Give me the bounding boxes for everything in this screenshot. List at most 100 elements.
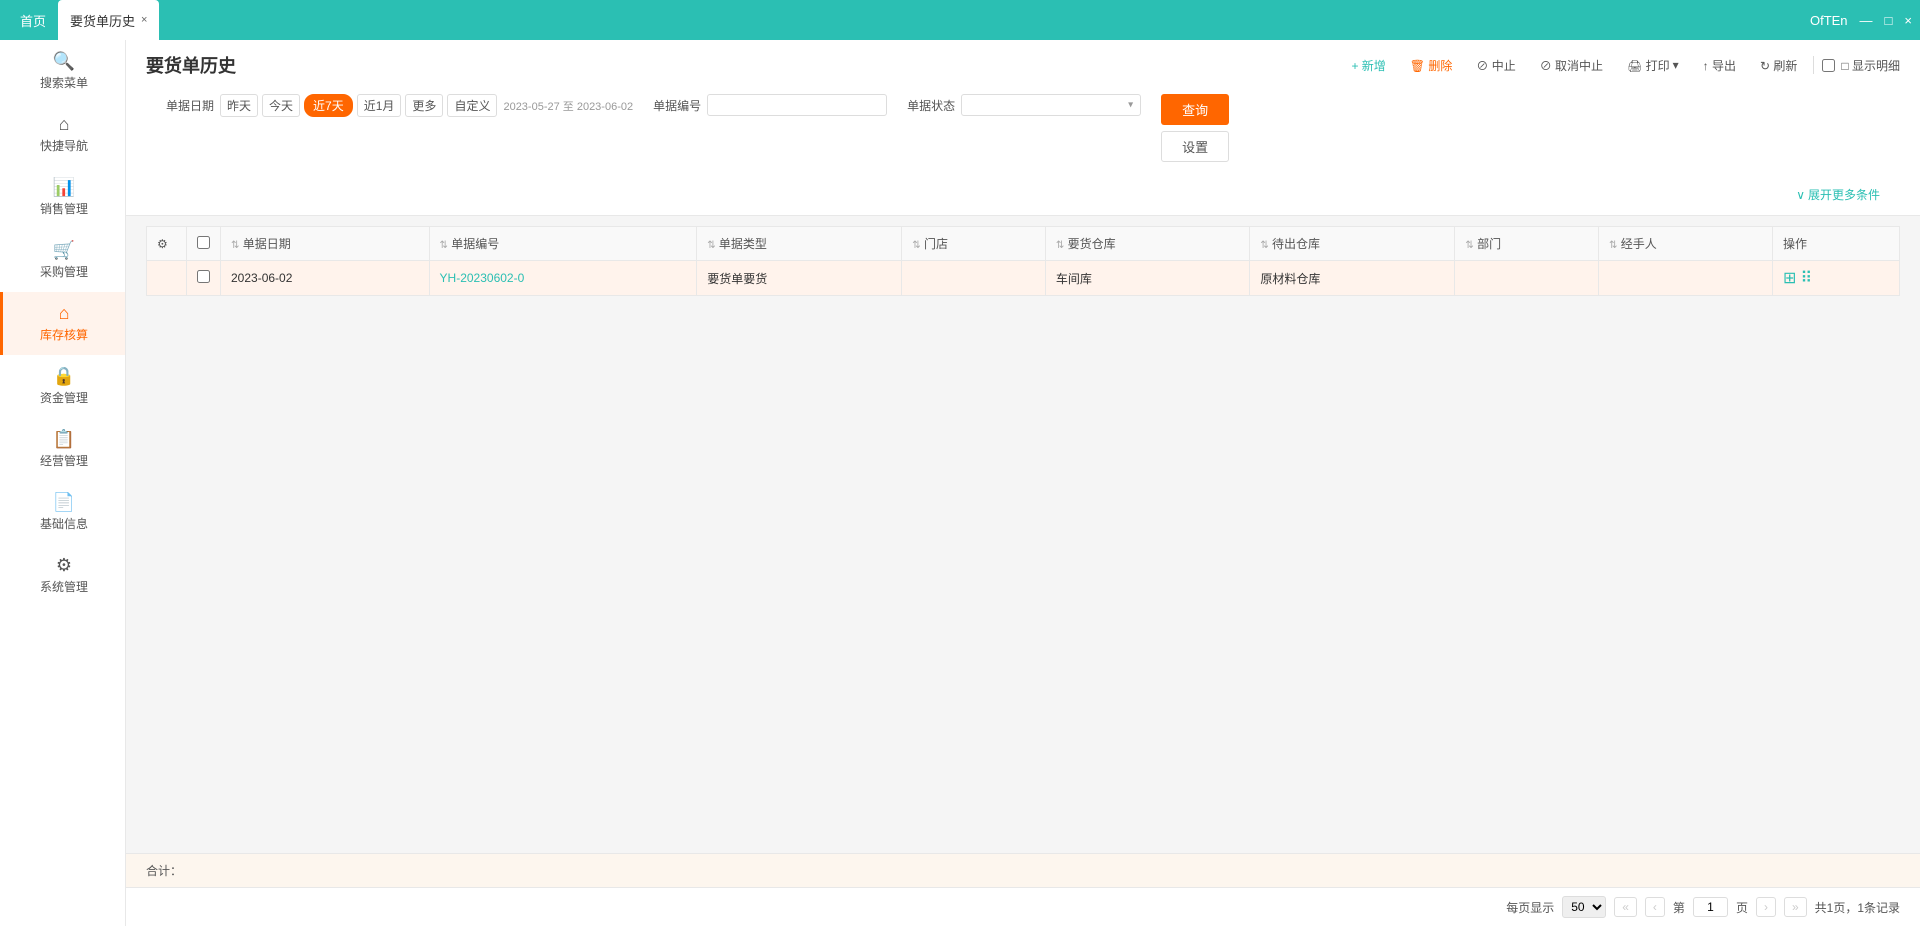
sort-handler-icon[interactable]: ⇅ [1609, 240, 1617, 251]
row-select-checkbox[interactable] [197, 270, 210, 283]
purchase-mgmt-icon: 🛒 [53, 241, 75, 259]
sort-docno-icon[interactable]: ⇅ [440, 240, 448, 251]
sidebar-label-quick-nav: 快捷导航 [40, 137, 88, 154]
refresh-button[interactable]: ↻ 刷新 [1752, 53, 1805, 78]
query-button[interactable]: 查询 [1161, 94, 1229, 125]
expand-more-button[interactable]: ∨ 展开更多条件 [1796, 186, 1880, 203]
sort-doctype-icon[interactable]: ⇅ [707, 240, 715, 251]
col-req-warehouse: ⇅ 要货仓库 [1045, 227, 1249, 261]
first-page-btn[interactable]: « [1614, 897, 1637, 917]
sidebar-label-ops-mgmt: 经营管理 [40, 452, 88, 469]
date-btn-yesterday[interactable]: 昨天 [220, 94, 258, 117]
doc-no-label: 单据编号 [653, 97, 701, 114]
prev-page-btn[interactable]: ‹ [1645, 897, 1665, 917]
page-label: 页 [1736, 899, 1748, 916]
sidebar-item-inventory[interactable]: ⌂ 库存核算 [0, 292, 125, 355]
delete-button[interactable]: 🗑 删除 [1402, 53, 1461, 78]
select-all-checkbox[interactable] [197, 236, 210, 249]
cancel-stop-button[interactable]: ⊘ 取消中止 [1532, 53, 1611, 78]
sort-store-icon[interactable]: ⇅ [912, 240, 920, 251]
per-page-label: 每页显示 [1506, 899, 1554, 916]
quick-nav-icon: ⌂ [59, 115, 70, 133]
top-bar-right: OfTEn — □ × [1810, 13, 1912, 28]
doc-no-input[interactable] [707, 94, 887, 116]
sidebar-item-basic-info[interactable]: 📄 基础信息 [0, 481, 125, 544]
page-header: 要货单历史 + 新增 🗑 删除 ⊘ 中止 ⊘ 取消中止 🖨 打印 ▾ ↑ 导出 … [126, 40, 1920, 216]
sidebar-label-inventory: 库存核算 [40, 326, 88, 343]
total-records-label: 共1页，1条记录 [1815, 899, 1900, 916]
new-button[interactable]: + 新增 [1343, 53, 1393, 78]
row-doc-no-link[interactable]: YH-20230602-0 [440, 271, 525, 285]
data-table: ⚙ ⇅ 单据日期 ⇅ 单据编号 ⇅ 单据类型 ⇅ 门店 ⇅ 要货仓库 ⇅ 待出仓… [146, 226, 1900, 296]
sort-date-icon[interactable]: ⇅ [231, 240, 239, 251]
sort-reqwh-icon[interactable]: ⇅ [1056, 240, 1064, 251]
show-detail-label: □ 显示明细 [1841, 57, 1900, 74]
sidebar: 🔍 搜索菜单 ⌂ 快捷导航 📊 销售管理 🛒 采购管理 ⌂ 库存核算 🔒 资金管… [0, 40, 126, 926]
col-checkbox [187, 227, 221, 261]
date-btn-custom[interactable]: 自定义 [447, 94, 497, 117]
page-number-input[interactable] [1693, 897, 1728, 917]
row-handler [1599, 261, 1773, 296]
sort-dept-icon[interactable]: ⇅ [1465, 240, 1473, 251]
sidebar-item-quick-nav[interactable]: ⌂ 快捷导航 [0, 103, 125, 166]
row-doc-type: 要货单要货 [697, 261, 902, 296]
sidebar-label-finance-mgmt: 资金管理 [40, 389, 88, 406]
show-detail-toggle[interactable]: □ 显示明细 [1822, 57, 1900, 74]
row-more-icon[interactable]: ⠿ [1800, 268, 1812, 288]
last-page-btn[interactable]: » [1784, 897, 1807, 917]
window-close-icon[interactable]: × [1904, 13, 1912, 28]
sidebar-item-search-menu[interactable]: 🔍 搜索菜单 [0, 40, 125, 103]
print-button[interactable]: 🖨 打印 ▾ [1619, 53, 1687, 78]
print-dropdown-icon[interactable]: ▾ [1673, 58, 1679, 72]
date-range-display: 2023-05-27 至 2023-06-02 [503, 98, 633, 114]
filter-settings-button[interactable]: 设置 [1161, 131, 1229, 162]
date-btn-more[interactable]: 更多 [405, 94, 443, 117]
export-button[interactable]: ↑ 导出 [1695, 53, 1744, 78]
home-tab[interactable]: 首页 [8, 0, 58, 40]
active-tab[interactable]: 要货单历史 × [58, 0, 159, 40]
doc-no-filter-group: 单据编号 [653, 94, 887, 116]
sidebar-item-sales-mgmt[interactable]: 📊 销售管理 [0, 166, 125, 229]
sidebar-item-sys-mgmt[interactable]: ⚙ 系统管理 [0, 544, 125, 607]
content-area: 要货单历史 + 新增 🗑 删除 ⊘ 中止 ⊘ 取消中止 🖨 打印 ▾ ↑ 导出 … [126, 40, 1920, 926]
toolbar: + 新增 🗑 删除 ⊘ 中止 ⊘ 取消中止 🖨 打印 ▾ ↑ 导出 ↻ 刷新 □… [1343, 53, 1900, 78]
status-select[interactable] [961, 94, 1141, 116]
col-pending-warehouse: ⇅ 待出仓库 [1250, 227, 1455, 261]
toolbar-divider [1813, 56, 1814, 74]
finance-mgmt-icon: 🔒 [53, 367, 75, 385]
date-quick-btns: 昨天 今天 近7天 近1月 更多 自定义 [220, 94, 497, 117]
expand-icon: ∨ [1796, 188, 1805, 202]
row-actions: ⊞ ⠿ [1773, 261, 1900, 296]
status-label: 单据状态 [907, 97, 955, 114]
maximize-icon[interactable]: □ [1885, 13, 1893, 28]
page-title: 要货单历史 [146, 52, 236, 78]
stop-button[interactable]: ⊘ 中止 [1468, 53, 1523, 78]
active-tab-label: 要货单历史 [70, 11, 135, 30]
next-page-btn[interactable]: › [1756, 897, 1776, 917]
row-edit-icon[interactable]: ⊞ [1783, 268, 1796, 288]
filter-row: 单据日期 昨天 今天 近7天 近1月 更多 自定义 2023-05-27 至 2… [146, 86, 1900, 215]
per-page-select[interactable]: 50 [1562, 896, 1606, 918]
status-select-wrap [961, 94, 1141, 116]
show-detail-checkbox[interactable] [1822, 59, 1835, 72]
col-settings[interactable]: ⚙ [147, 227, 187, 261]
col-handler: ⇅ 经手人 [1599, 227, 1773, 261]
row-date: 2023-06-02 [221, 261, 430, 296]
row-pending-warehouse: 原材料仓库 [1250, 261, 1455, 296]
sidebar-item-purchase-mgmt[interactable]: 🛒 采购管理 [0, 229, 125, 292]
date-btn-7days[interactable]: 近7天 [304, 94, 353, 117]
sidebar-item-finance-mgmt[interactable]: 🔒 资金管理 [0, 355, 125, 418]
row-dept [1455, 261, 1599, 296]
date-btn-1month[interactable]: 近1月 [357, 94, 402, 117]
col-actions: 操作 [1773, 227, 1900, 261]
sidebar-label-sys-mgmt: 系统管理 [40, 578, 88, 595]
sidebar-item-ops-mgmt[interactable]: 📋 经营管理 [0, 418, 125, 481]
sort-pendwh-icon[interactable]: ⇅ [1260, 240, 1268, 251]
row-checkbox [187, 261, 221, 296]
status-filter-group: 单据状态 [907, 94, 1141, 116]
sidebar-label-sales-mgmt: 销售管理 [40, 200, 88, 217]
minimize-icon[interactable]: — [1860, 13, 1873, 28]
date-btn-today[interactable]: 今天 [262, 94, 300, 117]
close-tab-icon[interactable]: × [141, 14, 147, 26]
often-label[interactable]: OfTEn [1810, 13, 1848, 28]
